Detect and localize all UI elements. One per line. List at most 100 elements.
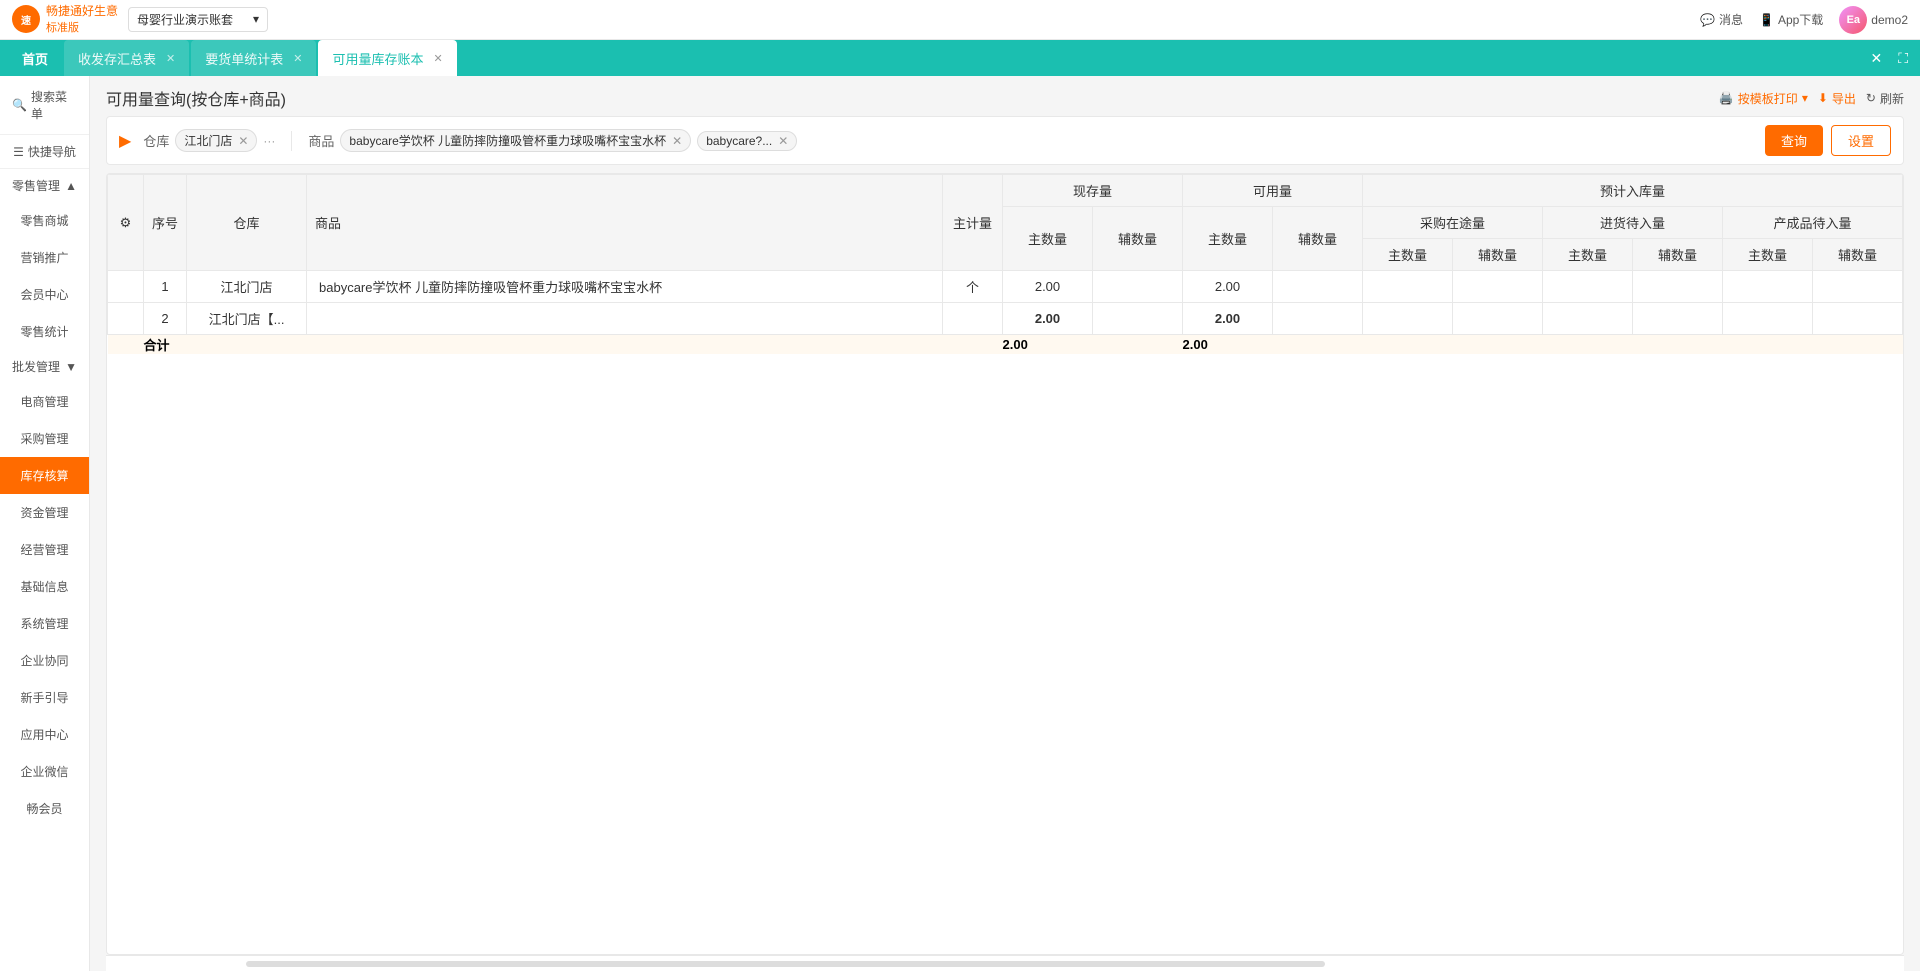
product-tag-2-remove[interactable]: ✕ [778, 134, 788, 148]
row1-current-aux [1093, 271, 1183, 303]
sidebar-item-purchase-mgmt[interactable]: 采购管理 [0, 420, 89, 457]
member-center-label: 会员中心 [20, 286, 68, 303]
sidebar-item-retail-stats[interactable]: 零售统计 [0, 313, 89, 350]
total-products-aux [1813, 335, 1903, 355]
row1-purchase-main [1363, 271, 1453, 303]
warehouse-more-btn[interactable]: ··· [263, 134, 275, 148]
finance-mgmt-label: 资金管理 [20, 504, 68, 521]
sidebar-item-inventory-check[interactable]: 库存核算 [0, 457, 89, 494]
product-tag-1-remove[interactable]: ✕ [672, 134, 682, 148]
template-print-label: 按模板打印 [1738, 90, 1798, 107]
retail-stats-label: 零售统计 [20, 323, 68, 340]
warehouse-tag-remove[interactable]: ✕ [238, 134, 248, 148]
search-label: 搜索菜单 [31, 88, 77, 122]
sidebar-item-retail-mgmt[interactable]: 零售管理 ▲ [0, 169, 89, 202]
tab-receive-summary[interactable]: 收发存汇总表 ✕ [64, 40, 189, 76]
sidebar-item-app-center[interactable]: 应用中心 [0, 716, 89, 753]
row1-product: babycare学饮杯 儿童防摔防撞吸管杯重力球吸嘴杯宝宝水杯 [307, 271, 943, 303]
product-tag-1[interactable]: babycare学饮杯 儿童防摔防撞吸管杯重力球吸嘴杯宝宝水杯 ✕ [340, 129, 691, 152]
table-container[interactable]: ⚙ 序号 仓库 商品 主计量 现存量 可用量 预计入库量 主数量 辅数量 主数量 [106, 173, 1904, 955]
dropdown-icon: ▾ [253, 12, 259, 26]
warehouse-filter-label: 仓库 [143, 131, 169, 150]
sidebar-item-finance-mgmt[interactable]: 资金管理 [0, 494, 89, 531]
export-label: 导出 [1832, 90, 1856, 107]
query-btn[interactable]: 查询 [1765, 125, 1823, 156]
quick-nav-btn[interactable]: ☰ 快捷导航 [0, 135, 89, 169]
sidebar-item-ecommerce-mgmt[interactable]: 电商管理 [0, 383, 89, 420]
settings-col-header[interactable]: ⚙ [108, 175, 144, 271]
industry-label: 母婴行业演示账套 [137, 11, 233, 28]
enterprise-collab-label: 企业协同 [20, 652, 68, 669]
tab-home[interactable]: 首页 [8, 40, 62, 76]
row2-current-main: 2.00 [1003, 303, 1093, 335]
row2-current-aux [1093, 303, 1183, 335]
user-profile[interactable]: Ea demo2 [1839, 6, 1908, 34]
products-aux-header: 辅数量 [1813, 239, 1903, 271]
sidebar-item-marketing[interactable]: 营销推广 [0, 239, 89, 276]
operations-mgmt-label: 经营管理 [20, 541, 68, 558]
app-download-btn[interactable]: 📱 App下载 [1759, 11, 1823, 28]
sidebar-item-base-info[interactable]: 基础信息 [0, 568, 89, 605]
top-bar-left: 速 畅捷通好生意 标准版 母婴行业演示账套 ▾ [12, 4, 268, 34]
export-btn[interactable]: ⬇ 导出 [1818, 90, 1856, 107]
refresh-label: 刷新 [1880, 90, 1904, 107]
tab-available-inventory[interactable]: 可用量库存账本 ✕ [318, 40, 456, 76]
quick-nav-label: 快捷导航 [28, 143, 76, 160]
tab-available-inventory-label: 可用量库存账本 [332, 49, 423, 68]
tab-spacer [459, 40, 1865, 76]
top-bar: 速 畅捷通好生意 标准版 母婴行业演示账套 ▾ 💬 消息 📱 App下载 Ea … [0, 0, 1920, 40]
page-actions: 🖨️ 按模板打印 ▾ ⬇ 导出 ↻ 刷新 [1719, 90, 1904, 107]
tab-available-inventory-close[interactable]: ✕ [434, 52, 443, 65]
tab-receive-summary-close[interactable]: ✕ [166, 52, 175, 65]
refresh-btn[interactable]: ↻ 刷新 [1866, 90, 1904, 107]
expand-btn[interactable]: ⛶ [1894, 46, 1912, 71]
sidebar-item-operations-mgmt[interactable]: 经营管理 [0, 531, 89, 568]
total-available-main: 2.00 [1183, 335, 1273, 355]
print-icon: 🖨️ [1719, 91, 1734, 105]
current-main-header: 主数量 [1003, 207, 1093, 271]
tab-order-stats[interactable]: 要货单统计表 ✕ [191, 40, 316, 76]
forecast-inbound-header: 预计入库量 [1363, 175, 1903, 207]
sidebar-item-new-guide[interactable]: 新手引导 [0, 679, 89, 716]
filter-toggle-btn[interactable]: ▶ [119, 131, 131, 151]
gear-icon: ⚙ [120, 215, 132, 230]
row1-warehouse: 江北门店 [187, 271, 307, 303]
row2-products-aux [1813, 303, 1903, 335]
no-col-header: 序号 [144, 175, 187, 271]
system-mgmt-label: 系统管理 [20, 615, 68, 632]
brand-info: 畅捷通好生意 标准版 [46, 4, 118, 34]
search-menu-btn[interactable]: 🔍 搜索菜单 [8, 84, 81, 126]
total-inbound-main [1543, 335, 1633, 355]
sidebar-item-enterprise-collab[interactable]: 企业协同 [0, 642, 89, 679]
sidebar-item-member-center[interactable]: 会员中心 [0, 276, 89, 313]
total-row: 合计 2.00 2.00 [108, 335, 1903, 355]
product-tag-2-label: babycare?... [706, 134, 772, 148]
sidebar-item-enterprise-wechat[interactable]: 企业微信 [0, 753, 89, 790]
row1-available-main: 2.00 [1183, 271, 1273, 303]
message-btn[interactable]: 💬 消息 [1700, 11, 1743, 28]
tab-receive-summary-label: 收发存汇总表 [78, 49, 156, 68]
available-main-header: 主数量 [1183, 207, 1273, 271]
setting-btn[interactable]: 设置 [1831, 125, 1891, 156]
template-print-btn[interactable]: 🖨️ 按模板打印 ▾ [1719, 90, 1808, 107]
main-layout: 🔍 搜索菜单 ☰ 快捷导航 零售管理 ▲ 零售商城 营销推广 会员中心 零售统计… [0, 76, 1920, 971]
tab-order-stats-close[interactable]: ✕ [293, 52, 302, 65]
base-info-label: 基础信息 [20, 578, 68, 595]
industry-selector[interactable]: 母婴行业演示账套 ▾ [128, 7, 268, 32]
sidebar-item-system-mgmt[interactable]: 系统管理 [0, 605, 89, 642]
horizontal-scrollbar[interactable] [246, 961, 1325, 967]
sidebar-item-retail-mall[interactable]: 零售商城 [0, 202, 89, 239]
purchase-mgmt-label: 采购管理 [20, 430, 68, 447]
warehouse-tag-jiangbei[interactable]: 江北门店 ✕ [175, 129, 257, 152]
wholesale-mgmt-label: 批发管理 [12, 358, 60, 375]
filter-bar: ▶ 仓库 江北门店 ✕ ··· 商品 babycare学饮杯 儿童防摔防撞吸管杯… [106, 116, 1904, 165]
products-pending-header: 产成品待入量 [1723, 207, 1903, 239]
sidebar-item-wholesale-mgmt[interactable]: 批发管理 ▼ [0, 350, 89, 383]
available-aux-header: 辅数量 [1273, 207, 1363, 271]
sidebar-item-vip-member[interactable]: 畅会员 [0, 790, 89, 827]
warehouse-filter: 仓库 江北门店 ✕ ··· [143, 129, 275, 152]
row2-available-main: 2.00 [1183, 303, 1273, 335]
close-all-btn[interactable]: ✕ [1866, 46, 1886, 71]
product-tag-2[interactable]: babycare?... ✕ [697, 131, 797, 151]
row1-inbound-main [1543, 271, 1633, 303]
